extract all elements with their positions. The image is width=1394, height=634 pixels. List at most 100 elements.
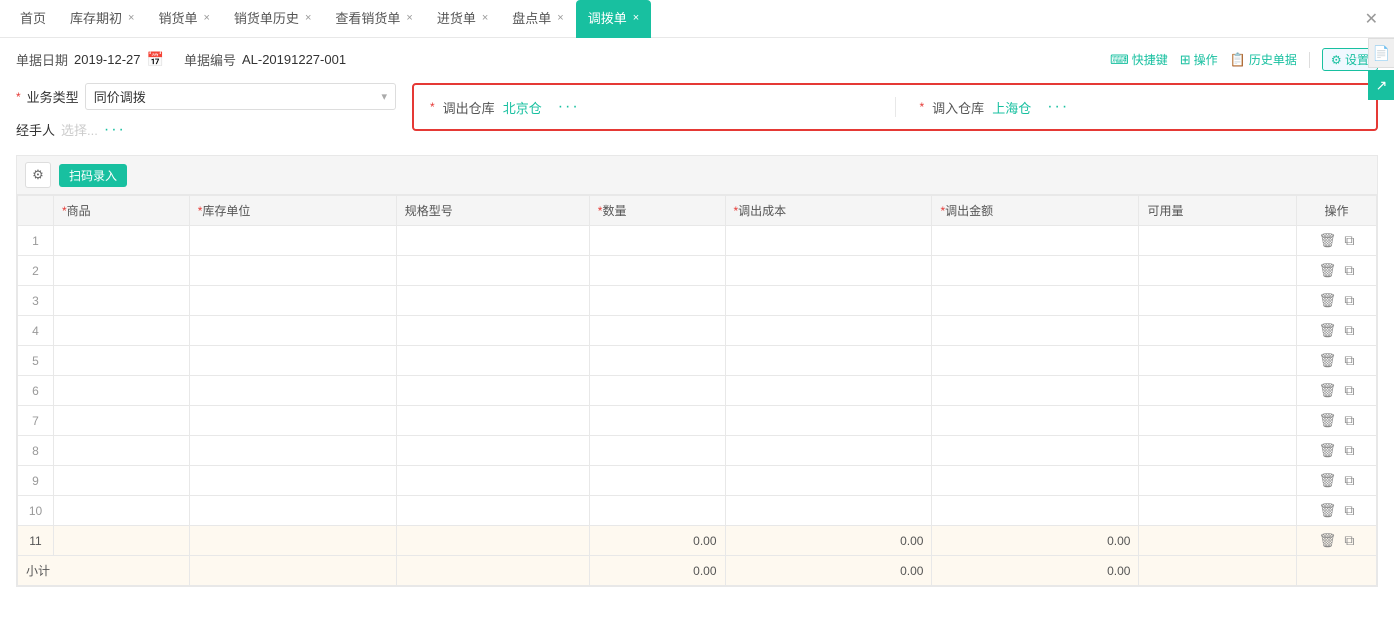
row-delete-icon[interactable]: 🗑 [1319, 502, 1337, 519]
row-delete-icon[interactable]: 🗑 [1319, 442, 1337, 459]
row-unit-cell[interactable] [189, 256, 396, 286]
row-product-cell[interactable] [54, 406, 190, 436]
row-amount-cell[interactable] [932, 316, 1139, 346]
row-unit-cell[interactable] [189, 346, 396, 376]
transfer-in-value[interactable]: 上海仓 [992, 98, 1031, 117]
history-action[interactable]: 📋 历史单据 [1230, 51, 1297, 68]
row-spec-cell[interactable] [396, 286, 589, 316]
row-quantity-cell[interactable] [589, 316, 725, 346]
row-copy-icon[interactable]: ⧉ [1344, 352, 1354, 369]
row-spec-cell[interactable] [396, 436, 589, 466]
tab-close-purchase[interactable]: × [482, 12, 488, 24]
row-cost-cell[interactable] [725, 466, 932, 496]
row-copy-icon[interactable]: ⧉ [1344, 232, 1354, 249]
row-copy-icon[interactable]: ⧉ [1344, 502, 1354, 519]
row-delete-icon[interactable]: 🗑 [1319, 472, 1337, 489]
tab-bar-close-button[interactable]: ✕ [1357, 9, 1386, 29]
row-spec-cell[interactable] [396, 226, 589, 256]
row-amount-cell[interactable] [932, 406, 1139, 436]
row-delete-icon[interactable]: 🗑 [1319, 262, 1337, 279]
tab-inventory-init[interactable]: 库存期初 × [58, 0, 146, 38]
row-copy-icon[interactable]: ⧉ [1344, 382, 1354, 399]
row-delete-icon[interactable]: 🗑 [1319, 322, 1337, 339]
row-unit-cell[interactable] [189, 496, 396, 526]
row-copy-icon[interactable]: ⧉ [1344, 322, 1354, 339]
scan-button[interactable]: 扫码录入 [59, 164, 127, 187]
row-delete-icon[interactable]: 🗑 [1319, 292, 1337, 309]
row-cost-cell[interactable] [725, 346, 932, 376]
row-copy-icon[interactable]: ⧉ [1344, 532, 1354, 549]
row-spec-cell[interactable] [396, 376, 589, 406]
row-delete-icon[interactable]: 🗑 [1319, 532, 1337, 549]
row-amount-cell[interactable] [932, 256, 1139, 286]
tab-purchase-order[interactable]: 进货单 × [425, 0, 500, 38]
row-amount-cell[interactable] [932, 346, 1139, 376]
tab-view-sales[interactable]: 查看销货单 × [323, 0, 424, 38]
row-unit-cell[interactable] [189, 226, 396, 256]
tab-close-inventory-init[interactable]: × [128, 12, 134, 24]
row-delete-icon[interactable]: 🗑 [1319, 412, 1337, 429]
row-spec-cell[interactable] [396, 466, 589, 496]
row-unit-cell[interactable] [189, 376, 396, 406]
row-quantity-cell[interactable] [589, 406, 725, 436]
tab-close-sales-history[interactable]: × [305, 12, 311, 24]
tab-transfer[interactable]: 调拨单 × [576, 0, 651, 38]
row-quantity-cell[interactable] [589, 436, 725, 466]
shortcuts-action[interactable]: ⌨ 快捷键 [1110, 51, 1168, 68]
row-product-cell[interactable] [54, 226, 190, 256]
calendar-icon[interactable]: 📅 [147, 51, 164, 68]
row-amount-cell[interactable] [932, 496, 1139, 526]
row-spec-cell[interactable] [396, 346, 589, 376]
row-quantity-cell[interactable] [589, 496, 725, 526]
row-cost-cell[interactable] [725, 316, 932, 346]
table-gear-button[interactable]: ⚙ [25, 162, 51, 188]
row-spec-cell[interactable] [396, 406, 589, 436]
row-delete-icon[interactable]: 🗑 [1319, 382, 1337, 399]
row-cost-cell[interactable] [725, 436, 932, 466]
handler-placeholder[interactable]: 选择... [61, 120, 98, 139]
row-unit-cell[interactable] [189, 316, 396, 346]
row-cost-cell[interactable] [725, 226, 932, 256]
row-quantity-cell[interactable] [589, 376, 725, 406]
tab-sales-order[interactable]: 销货单 × [146, 0, 221, 38]
transfer-in-more-icon[interactable]: ··· [1047, 98, 1069, 116]
row-copy-icon[interactable]: ⧉ [1344, 292, 1354, 309]
tab-close-inventory-check[interactable]: × [557, 12, 563, 24]
row-product-cell[interactable] [54, 316, 190, 346]
row-product-cell[interactable] [54, 376, 190, 406]
row-unit-cell[interactable] [189, 436, 396, 466]
row-cost-cell[interactable] [725, 256, 932, 286]
tab-sales-history[interactable]: 销货单历史 × [222, 0, 323, 38]
row-spec-cell[interactable] [396, 496, 589, 526]
row-delete-icon[interactable]: 🗑 [1319, 352, 1337, 369]
row-cost-cell[interactable] [725, 286, 932, 316]
transfer-out-value[interactable]: 北京仓 [503, 98, 542, 117]
row-spec-cell[interactable] [396, 256, 589, 286]
row-spec-cell[interactable] [396, 316, 589, 346]
transfer-out-more-icon[interactable]: ··· [558, 98, 580, 116]
row-copy-icon[interactable]: ⧉ [1344, 472, 1354, 489]
tab-inventory-check[interactable]: 盘点单 × [500, 0, 575, 38]
row-cost-cell[interactable] [725, 406, 932, 436]
row-product-cell[interactable] [54, 496, 190, 526]
row-unit-cell[interactable] [189, 406, 396, 436]
row-copy-icon[interactable]: ⧉ [1344, 262, 1354, 279]
row-quantity-cell[interactable] [589, 256, 725, 286]
row-quantity-cell[interactable] [589, 226, 725, 256]
row-amount-cell[interactable] [932, 466, 1139, 496]
handler-more-icon[interactable]: ··· [104, 121, 126, 139]
row-quantity-cell[interactable] [589, 346, 725, 376]
tab-close-transfer[interactable]: × [633, 12, 639, 24]
operations-action[interactable]: ⊞ 操作 [1180, 51, 1218, 68]
row-product-cell[interactable] [54, 436, 190, 466]
row-cost-cell[interactable] [725, 496, 932, 526]
sidebar-document-button[interactable]: 📄 [1368, 38, 1394, 68]
row-product-cell[interactable] [54, 286, 190, 316]
tab-close-view-sales[interactable]: × [406, 12, 412, 24]
row-product-cell[interactable] [54, 256, 190, 286]
tab-home[interactable]: 首页 [8, 0, 58, 38]
row-copy-icon[interactable]: ⧉ [1344, 442, 1354, 459]
row-quantity-cell[interactable] [589, 466, 725, 496]
row-amount-cell[interactable] [932, 226, 1139, 256]
row-copy-icon[interactable]: ⧉ [1344, 412, 1354, 429]
